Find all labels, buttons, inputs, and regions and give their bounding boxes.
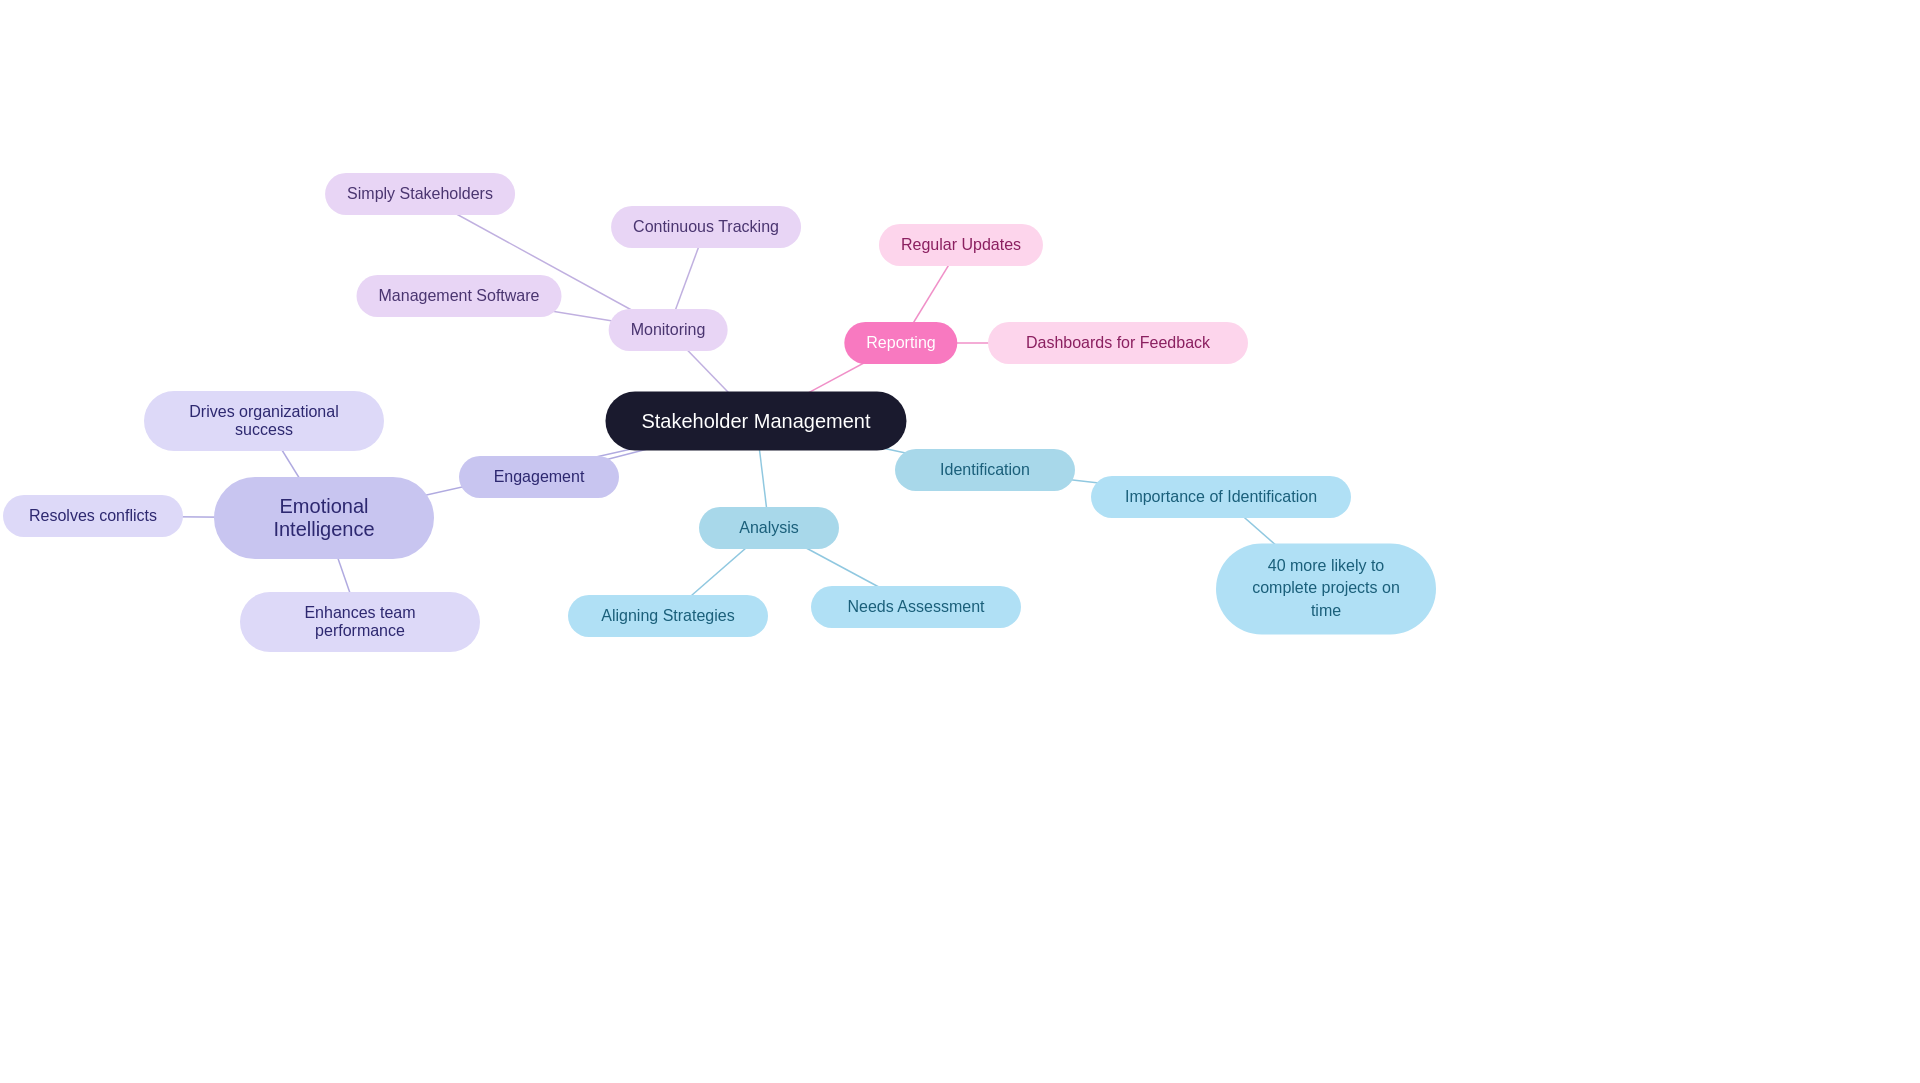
- identification-label: Identification: [940, 461, 1030, 479]
- aligning-strategies-label: Aligning Strategies: [601, 607, 734, 625]
- needs-assessment-node: Needs Assessment: [811, 586, 1021, 628]
- monitoring-label: Monitoring: [631, 321, 706, 339]
- importance-id-label: Importance of Identification: [1125, 488, 1317, 506]
- engagement-node: Engagement: [459, 456, 619, 498]
- analysis-node: Analysis: [699, 507, 839, 549]
- emotional-intelligence-node: Emotional Intelligence: [214, 477, 434, 559]
- identification-node: Identification: [895, 449, 1075, 491]
- reporting-label: Reporting: [866, 334, 935, 352]
- analysis-label: Analysis: [739, 519, 799, 537]
- aligning-strategies-node: Aligning Strategies: [568, 595, 768, 637]
- center-node: Stakeholder Management: [605, 392, 906, 451]
- emotional-intelligence-label: Emotional Intelligence: [246, 495, 402, 541]
- importance-id-node: Importance of Identification: [1091, 476, 1351, 518]
- monitoring-node: Monitoring: [609, 309, 728, 351]
- needs-assessment-label: Needs Assessment: [848, 598, 985, 616]
- continuous-tracking-node: Continuous Tracking: [611, 206, 801, 248]
- dashboards-node: Dashboards for Feedback: [988, 322, 1248, 364]
- resolves-conflicts-label: Resolves conflicts: [29, 507, 157, 525]
- management-software-label: Management Software: [379, 287, 540, 305]
- 40-more-node: 40 more likely to complete projects on t…: [1216, 543, 1436, 634]
- center-label: Stakeholder Management: [641, 410, 870, 433]
- engagement-label: Engagement: [494, 468, 585, 486]
- regular-updates-label: Regular Updates: [901, 236, 1021, 254]
- continuous-tracking-label: Continuous Tracking: [633, 218, 779, 236]
- regular-updates-node: Regular Updates: [879, 224, 1043, 266]
- dashboards-label: Dashboards for Feedback: [1026, 334, 1210, 352]
- enhances-team-node: Enhances team performance: [240, 592, 480, 652]
- simply-stakeholders-label: Simply Stakeholders: [347, 185, 493, 203]
- enhances-team-label: Enhances team performance: [262, 604, 458, 640]
- drives-org-node: Drives organizational success: [144, 391, 384, 451]
- 40-more-label: 40 more likely to complete projects on t…: [1238, 555, 1414, 622]
- reporting-node: Reporting: [844, 322, 957, 364]
- resolves-conflicts-node: Resolves conflicts: [3, 495, 183, 537]
- management-software-node: Management Software: [357, 275, 562, 317]
- drives-org-label: Drives organizational success: [166, 403, 362, 439]
- simply-stakeholders-node: Simply Stakeholders: [325, 173, 515, 215]
